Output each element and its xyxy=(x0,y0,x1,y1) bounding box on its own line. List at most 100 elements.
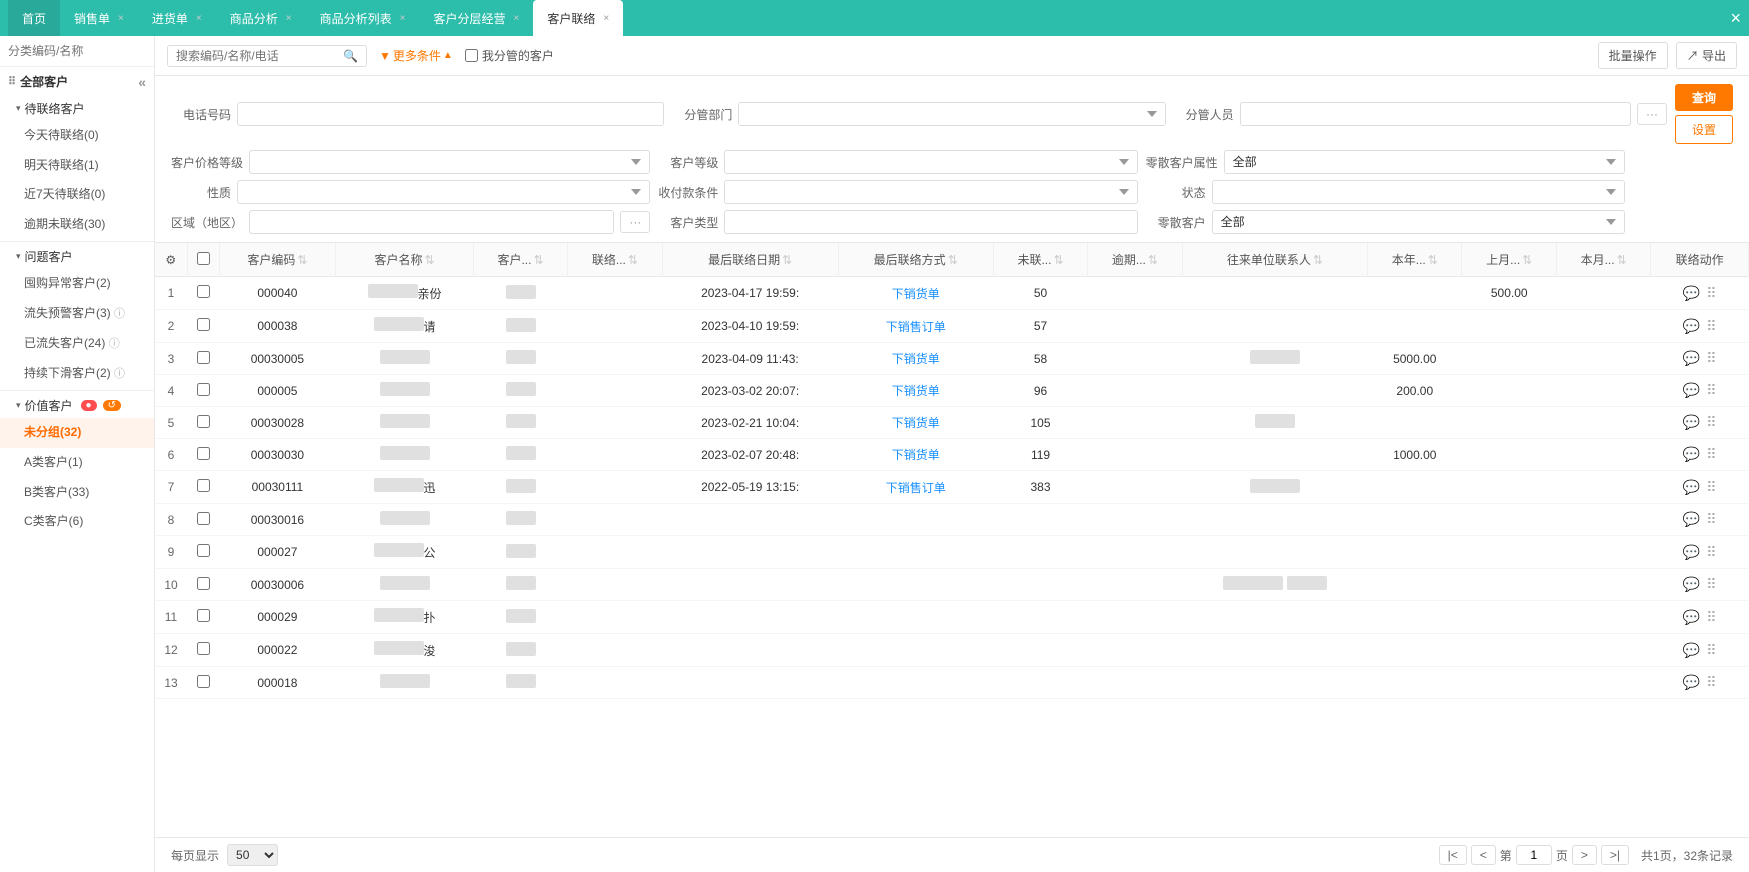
message-icon[interactable]: 💬 xyxy=(1683,446,1700,463)
reset-button[interactable]: 设置 xyxy=(1675,115,1733,144)
first-page-button[interactable]: |< xyxy=(1439,845,1467,865)
select-dept[interactable] xyxy=(738,102,1165,126)
grid-icon[interactable]: ⠿ xyxy=(1706,642,1716,659)
grid-icon[interactable]: ⠿ xyxy=(1706,350,1716,367)
row-checkbox[interactable] xyxy=(197,447,210,460)
select-customer-level[interactable] xyxy=(724,150,1137,174)
row-checkbox[interactable] xyxy=(197,512,210,525)
select-nature[interactable] xyxy=(237,180,650,204)
message-icon[interactable]: 💬 xyxy=(1683,350,1700,367)
col-name[interactable]: 客户名称 ⇅ xyxy=(336,243,473,277)
person-more-btn[interactable]: ··· xyxy=(1637,103,1667,125)
col-contact2[interactable]: 往来单位联系人 ⇅ xyxy=(1182,243,1367,277)
close-all-button[interactable]: × xyxy=(1730,8,1741,29)
grid-icon[interactable]: ⠿ xyxy=(1706,674,1716,691)
col-last-method[interactable]: 最后联络方式 ⇅ xyxy=(838,243,993,277)
query-button[interactable]: 查询 xyxy=(1675,84,1733,111)
select-status[interactable] xyxy=(1212,180,1625,204)
sidebar-search-input[interactable] xyxy=(8,44,155,58)
last-method-link[interactable]: 下销售订单 xyxy=(886,481,946,495)
last-method-link[interactable]: 下销货单 xyxy=(892,352,940,366)
refresh-badge[interactable]: ↺ xyxy=(103,400,121,411)
sidebar-item-churned[interactable]: 已流失客户(24) ⓘ xyxy=(0,329,154,359)
sidebar-item-ungroup[interactable]: 未分组(32) xyxy=(0,418,154,448)
tab-customer-contact[interactable]: 客户联络 × xyxy=(533,0,623,36)
message-icon[interactable]: 💬 xyxy=(1683,576,1700,593)
grid-icon[interactable]: ⠿ xyxy=(1706,414,1716,431)
batch-op-button[interactable]: 批量操作 xyxy=(1598,42,1668,69)
export-button[interactable]: ↗ 导出 xyxy=(1676,42,1737,69)
col-month[interactable]: 本月... ⇅ xyxy=(1556,243,1650,277)
grid-icon[interactable]: ⠿ xyxy=(1706,446,1716,463)
close-customer-layer-icon[interactable]: × xyxy=(513,13,519,24)
select-all-checkbox[interactable] xyxy=(197,252,210,265)
page-size-select[interactable]: 50 100 200 xyxy=(227,844,278,866)
sidebar-item-class-b[interactable]: B类客户(33) xyxy=(0,478,154,508)
close-purchase-icon[interactable]: × xyxy=(196,13,202,24)
group-pending-contact[interactable]: ▾ 待联络客户 xyxy=(0,96,154,121)
grid-icon[interactable]: ⠿ xyxy=(1706,511,1716,528)
last-method-link[interactable]: 下销售订单 xyxy=(886,320,946,334)
input-phone[interactable] xyxy=(237,102,664,126)
tab-customer-layer[interactable]: 客户分层经营 × xyxy=(419,0,533,36)
grid-icon[interactable]: ⠿ xyxy=(1706,609,1716,626)
col-overdue[interactable]: 逾期... ⇅ xyxy=(1088,243,1182,277)
tab-purchase[interactable]: 进货单 × xyxy=(138,0,216,36)
message-icon[interactable]: 💬 xyxy=(1683,511,1700,528)
close-goods-analysis-list-icon[interactable]: × xyxy=(400,13,406,24)
row-checkbox[interactable] xyxy=(197,609,210,622)
grid-icon[interactable]: ⠿ xyxy=(1706,544,1716,561)
close-goods-analysis-icon[interactable]: × xyxy=(286,13,292,24)
col-last-month[interactable]: 上月... ⇅ xyxy=(1462,243,1556,277)
close-sales-icon[interactable]: × xyxy=(118,13,124,24)
sidebar-item-7days[interactable]: 近7天待联络(0) xyxy=(0,180,154,210)
message-icon[interactable]: 💬 xyxy=(1683,318,1700,335)
row-checkbox[interactable] xyxy=(197,577,210,590)
sidebar-collapse-icon[interactable]: « xyxy=(138,74,146,90)
tab-home[interactable]: 首页 xyxy=(8,0,60,36)
my-customers-checkbox[interactable] xyxy=(465,49,478,62)
last-method-link[interactable]: 下销货单 xyxy=(892,416,940,430)
last-method-link[interactable]: 下销货单 xyxy=(892,384,940,398)
select-payment[interactable] xyxy=(724,180,1137,204)
message-icon[interactable]: 💬 xyxy=(1683,544,1700,561)
tab-sales[interactable]: 销售单 × xyxy=(60,0,138,36)
grid-icon[interactable]: ⠿ xyxy=(1706,318,1716,335)
tab-goods-analysis-list[interactable]: 商品分析列表 × xyxy=(306,0,420,36)
col-settings[interactable]: ⚙ xyxy=(155,243,187,277)
row-checkbox[interactable] xyxy=(197,415,210,428)
row-checkbox[interactable] xyxy=(197,318,210,331)
message-icon[interactable]: 💬 xyxy=(1683,674,1700,691)
message-icon[interactable]: 💬 xyxy=(1683,382,1700,399)
message-icon[interactable]: 💬 xyxy=(1683,479,1700,496)
sidebar-item-abnormal[interactable]: 囤购异常客户(2) xyxy=(0,269,154,299)
sidebar-item-overdue[interactable]: 逾期未联络(30) xyxy=(0,210,154,240)
row-checkbox[interactable] xyxy=(197,285,210,298)
more-conditions-button[interactable]: ▼ 更多条件 ▲ xyxy=(379,47,453,64)
last-page-button[interactable]: >| xyxy=(1601,845,1629,865)
grid-icon[interactable]: ⠿ xyxy=(1706,285,1716,302)
col-year-amt[interactable]: 本年... ⇅ xyxy=(1368,243,1462,277)
input-person[interactable] xyxy=(1240,102,1631,126)
search-input[interactable] xyxy=(176,49,339,63)
row-checkbox[interactable] xyxy=(197,351,210,364)
row-checkbox[interactable] xyxy=(197,675,210,688)
sidebar-item-tomorrow[interactable]: 明天待联络(1) xyxy=(0,151,154,181)
grid-icon[interactable]: ⠿ xyxy=(1706,382,1716,399)
next-page-button[interactable]: > xyxy=(1572,845,1597,865)
input-region[interactable] xyxy=(249,210,614,234)
sidebar-item-churn-warning[interactable]: 流失预警客户(3) ⓘ xyxy=(0,299,154,329)
select-scatter-customer[interactable]: 全部 xyxy=(1212,210,1625,234)
settings-icon[interactable]: ⚙ xyxy=(165,253,176,267)
col-contact[interactable]: 联络... ⇅ xyxy=(568,243,662,277)
message-icon[interactable]: 💬 xyxy=(1683,285,1700,302)
sidebar-item-class-a[interactable]: A类客户(1) xyxy=(0,448,154,478)
row-checkbox[interactable] xyxy=(197,479,210,492)
grid-icon[interactable]: ⠿ xyxy=(1706,576,1716,593)
message-icon[interactable]: 💬 xyxy=(1683,609,1700,626)
sidebar-item-today[interactable]: 今天待联络(0) xyxy=(0,121,154,151)
search-icon[interactable]: 🔍 xyxy=(343,49,358,63)
region-more-btn[interactable]: ··· xyxy=(620,211,650,233)
col-uncontacted[interactable]: 未联... ⇅ xyxy=(993,243,1087,277)
group-value-customers[interactable]: ▾ 价值客户 ● ↺ xyxy=(0,393,154,418)
